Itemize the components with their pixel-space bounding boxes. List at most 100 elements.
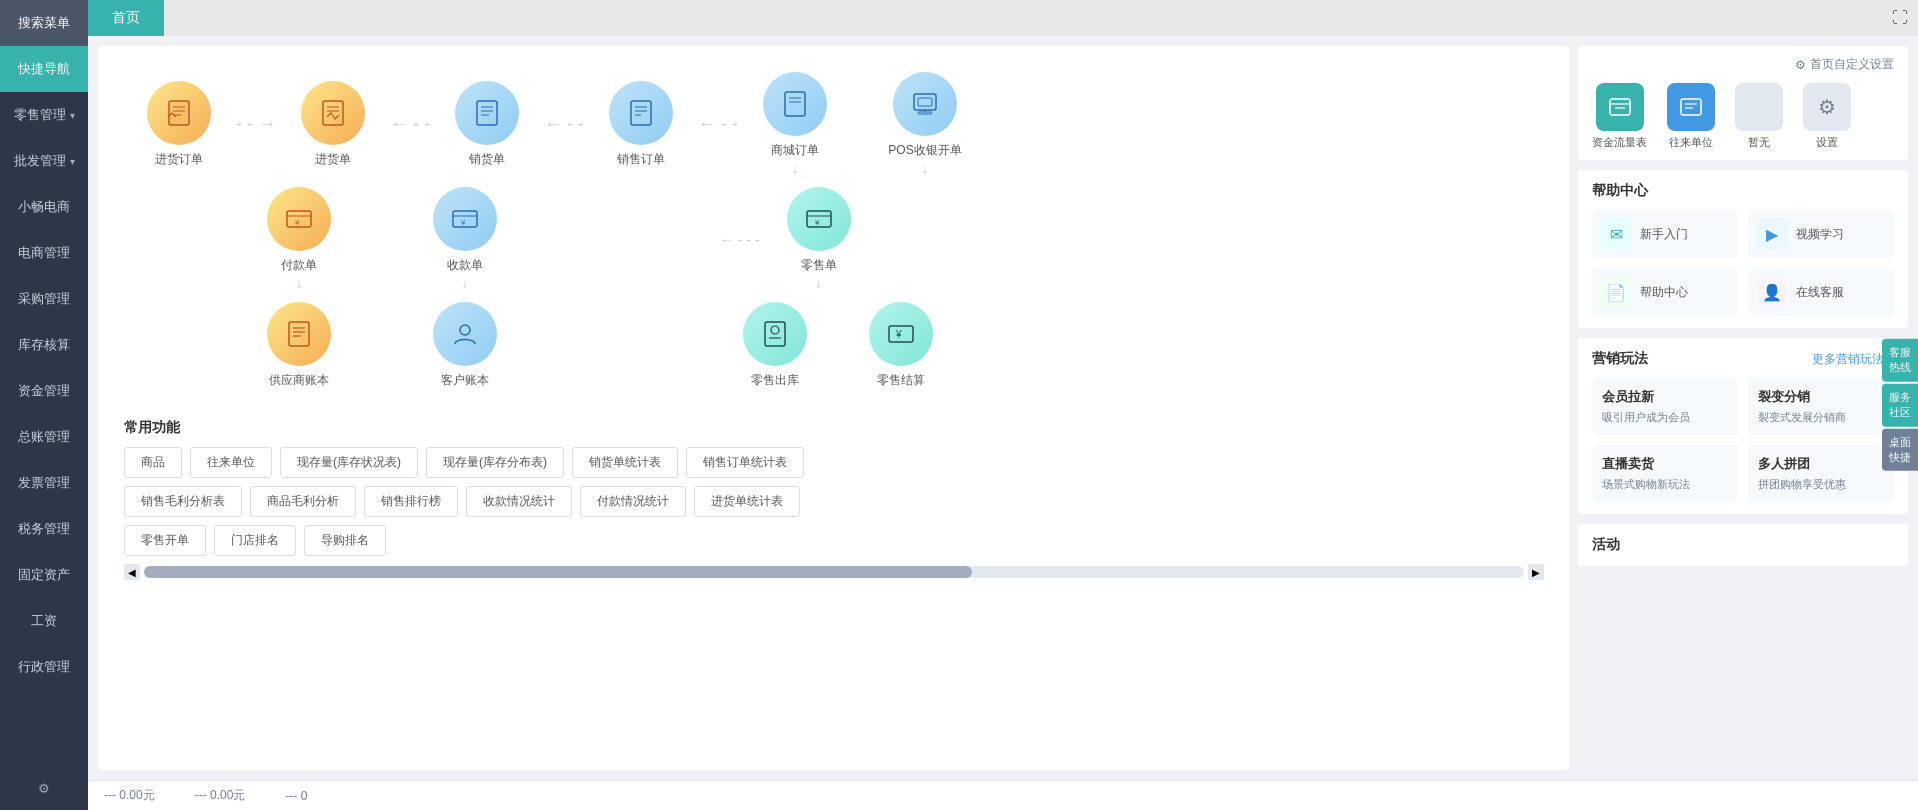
help-item-beginner[interactable]: ✉ 新手入门 [1592,210,1738,258]
svg-text:¥: ¥ [294,218,300,227]
help-item-service[interactable]: 👤 在线客服 [1748,268,1894,316]
bottom-stat-1: --- 0.00元 [104,787,155,804]
flow-node-supplier-book[interactable]: 供应商账本 [244,302,354,389]
customize-btn[interactable]: ⚙ 首页自定义设置 [1795,56,1894,73]
svg-rect-8 [477,101,497,125]
search-menu-btn[interactable]: 搜索菜单 [0,0,88,46]
sidebar-item-wholesale[interactable]: 批发管理 ▾ [0,138,88,184]
settings-btn[interactable]: ⚙ [0,767,88,810]
sidebar-item-retail[interactable]: 零售管理 ▾ [0,92,88,138]
btn-goods[interactable]: 商品 [124,447,182,478]
sidebar-item-purchase[interactable]: 采购管理 [0,276,88,322]
flow-node-retail-out[interactable]: 零售出库 [720,302,830,389]
float-btn-service[interactable]: 客服 热线 [1882,339,1918,382]
flow-node-purchase[interactable]: 进货单 [278,81,388,168]
btn-contacts[interactable]: 往来单位 [190,447,272,478]
flow-node-sales[interactable]: 销货单 [432,81,542,168]
flow-node-purchase-order[interactable]: 进货订单 [124,81,234,168]
marketing-item-live[interactable]: 直播卖货 场景式购物新玩法 [1592,445,1738,502]
scroll-right-btn[interactable]: ▶ [1528,564,1544,580]
quick-icon-empty[interactable]: 暂无 [1735,83,1783,150]
btn-receipt-stat[interactable]: 收款情况统计 [466,486,572,517]
help-item-help[interactable]: 📄 帮助中心 [1592,268,1738,316]
quick-nav-btn[interactable]: 快捷导航 [0,46,88,92]
quick-icon-contacts[interactable]: 往来单位 [1667,83,1715,150]
flow-node-retail-settle[interactable]: ¥ 零售结算 [846,302,956,389]
bottom-stat-2: --- 0.00元 [195,787,246,804]
settings-icon: ⚙ [1803,83,1851,131]
beginner-label: 新手入门 [1640,226,1688,243]
flow-col-retail: ¥ 零售单 ↓ [764,187,874,292]
arrow-left-2: ← - - [544,114,584,135]
flow-col-pos: POS收银开单 ↓ [870,72,980,177]
fullscreen-btn[interactable]: ⛶ [1882,0,1918,36]
purchase-order-icon [147,81,211,145]
svg-rect-42 [1610,99,1630,115]
scrollbar-track[interactable] [144,566,1524,578]
help-item-video[interactable]: ▶ 视频学习 [1748,210,1894,258]
btn-sales-stat[interactable]: 销货单统计表 [572,447,678,478]
btn-stock-dist[interactable]: 现存量(库存分布表) [426,447,564,478]
quick-icons-row: 资金流量表 往来单位 暂 [1592,83,1894,150]
btn-sales-margin[interactable]: 销售毛利分析表 [124,486,242,517]
btn-goods-margin[interactable]: 商品毛利分析 [250,486,356,517]
sidebar-item-ecom[interactable]: 电商管理 [0,230,88,276]
svg-rect-22 [918,98,932,106]
sidebar-item-invoice[interactable]: 发票管理 [0,460,88,506]
btn-payment-stat[interactable]: 付款情况统计 [580,486,686,517]
member-desc: 吸引用户成为会员 [1602,410,1728,425]
sidebar-item-tax[interactable]: 税务管理 [0,506,88,552]
sidebar-item-ledger[interactable]: 总账管理 [0,414,88,460]
svg-rect-20 [918,112,932,114]
marketing-item-group[interactable]: 多人拼团 拼团购物享受优惠 [1748,445,1894,502]
flow-row-3: 供应商账本 客户账本 [124,302,1544,389]
retail-settle-label: 零售结算 [877,372,925,389]
btn-sales-rank[interactable]: 销售排行榜 [364,486,458,517]
chevron-down-icon: ▾ [70,156,75,167]
arrow-down-retail: ↓ [815,276,822,290]
flow-node-payment[interactable]: ¥ 付款单 [244,187,354,274]
quick-icon-cashflow[interactable]: 资金流量表 [1592,83,1647,150]
supplier-book-icon [267,302,331,366]
help-panel: 帮助中心 ✉ 新手入门 ▶ 视频学习 📄 帮助中心 👤 [1578,170,1908,328]
member-title: 会员拉新 [1602,388,1728,406]
flow-col-payment: ¥ 付款单 ↓ [244,187,354,292]
flow-node-pos[interactable]: POS收银开单 [870,72,980,159]
tab-home[interactable]: 首页 [88,0,164,36]
btn-purchase-stat[interactable]: 进货单统计表 [694,486,800,517]
marketing-item-member[interactable]: 会员拉新 吸引用户成为会员 [1592,378,1738,435]
sidebar-item-assets[interactable]: 固定资产 [0,552,88,598]
sidebar-item-finance[interactable]: 资金管理 [0,368,88,414]
scroll-left-btn[interactable]: ◀ [124,564,140,580]
payment-icon: ¥ [267,187,331,251]
marketing-item-fission[interactable]: 裂变分销 裂变式发展分销商 [1748,378,1894,435]
flow-node-receipt[interactable]: ¥ 收款单 [410,187,520,274]
sidebar: 搜索菜单 快捷导航 零售管理 ▾ 批发管理 ▾ 小畅电商 电商管理 采购管理 库… [0,0,88,810]
sidebar-item-admin[interactable]: 行政管理 [0,644,88,690]
quick-icon-settings[interactable]: ⚙ 设置 [1803,83,1851,150]
cashflow-icon [1596,83,1644,131]
fission-title: 裂变分销 [1758,388,1884,406]
sidebar-item-inventory[interactable]: 库存核算 [0,322,88,368]
help-label: 帮助中心 [1640,284,1688,301]
btn-store-rank[interactable]: 门店排名 [214,525,296,556]
flow-node-retail[interactable]: ¥ 零售单 [764,187,874,274]
flow-col-mall: 商城订单 ↓ [740,72,850,177]
bottom-stat-3: --- 0 [285,789,307,803]
arrow-right-1: - - → [236,114,276,135]
flow-node-customer-book[interactable]: 客户账本 [410,302,520,389]
sidebar-item-ecom-small[interactable]: 小畅电商 [0,184,88,230]
btn-retail-order[interactable]: 零售开单 [124,525,206,556]
common-btns-row1: 商品 往来单位 现存量(库存状况表) 现存量(库存分布表) 销货单统计表 销售订… [124,447,1544,478]
chevron-down-icon: ▾ [70,110,75,121]
float-btn-desktop[interactable]: 桌面 快捷 [1882,428,1918,471]
btn-sales-order-stat[interactable]: 销售订单统计表 [686,447,804,478]
btn-stock-status[interactable]: 现存量(库存状况表) [280,447,418,478]
sidebar-item-salary[interactable]: 工资 [0,598,88,644]
float-btn-community[interactable]: 服务 社区 [1882,384,1918,427]
flow-node-sales-order[interactable]: 销售订单 [586,81,696,168]
mall-label: 商城订单 [771,142,819,159]
btn-guide-rank[interactable]: 导购排名 [304,525,386,556]
flow-node-mall[interactable]: 商城订单 [740,72,850,159]
service-label: 在线客服 [1796,284,1844,301]
